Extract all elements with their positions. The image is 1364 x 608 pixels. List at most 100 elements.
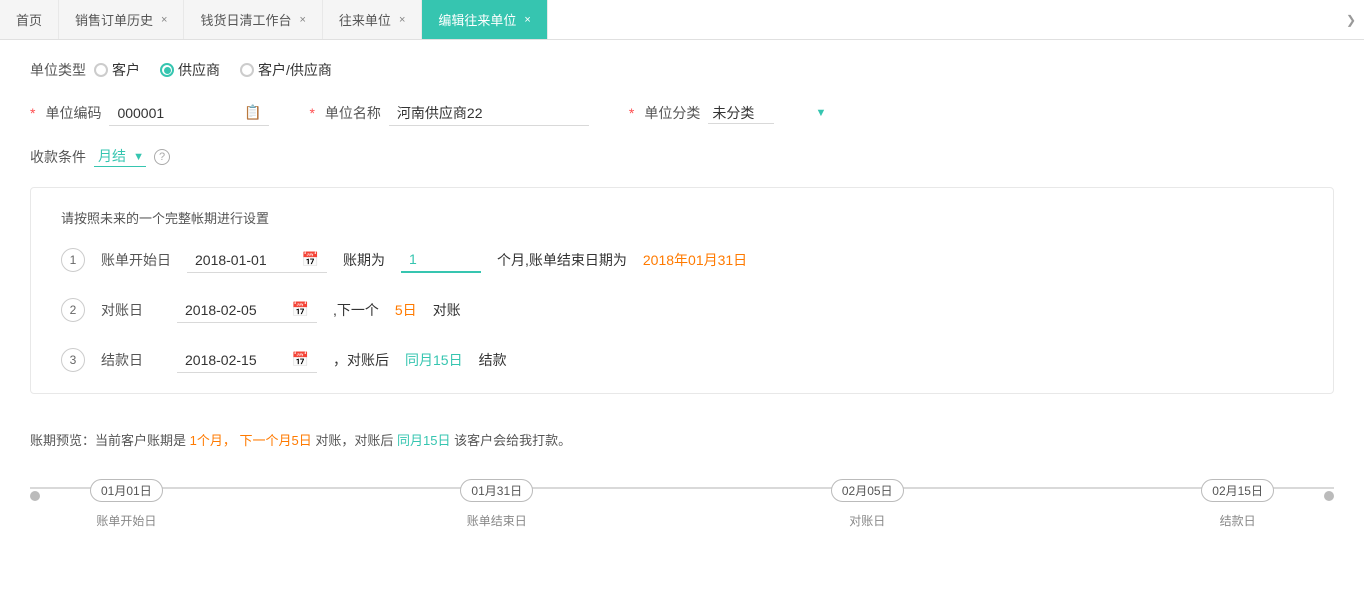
period-1-end-date: 2018年01月31日 bbox=[643, 250, 747, 270]
timeline-label-4: 结款日 bbox=[1220, 512, 1256, 529]
tab-edit-partner[interactable]: 编辑往来单位 × bbox=[422, 0, 547, 39]
period-3-suffix: 结款 bbox=[479, 350, 507, 370]
period-box: 请按照未来的一个完整帐期进行设置 1 账单开始日 📅 账期为 个月,账单结束日期… bbox=[30, 187, 1334, 394]
tab-sales-history[interactable]: 销售订单历史 × bbox=[59, 0, 184, 39]
tab-cash-work[interactable]: 钱货日清工作台 × bbox=[184, 0, 322, 39]
timeline-badge-1: 01月01日 bbox=[90, 479, 163, 502]
preview-part2: 下一个月5日 bbox=[240, 433, 312, 448]
period-row-2: 2 对账日 📅 ,下一个 5日 对账 bbox=[61, 297, 1303, 323]
timeline-point-3: 02月05日 对账日 bbox=[831, 479, 904, 529]
period-row-3: 3 结款日 📅 ，对账后 同月15日 结款 bbox=[61, 347, 1303, 373]
radio-both[interactable]: 客户/供应商 bbox=[240, 60, 332, 80]
tab-cash-work-close[interactable]: × bbox=[299, 14, 305, 26]
timeline-label-1: 账单开始日 bbox=[96, 512, 156, 529]
tab-edit-partner-label: 编辑往来单位 bbox=[438, 10, 516, 29]
period-date-2-wrapper: 📅 bbox=[177, 297, 317, 323]
payment-terms-help[interactable]: ? bbox=[154, 149, 170, 165]
period-1-suffix: 个月,账单结束日期为 bbox=[497, 250, 627, 270]
period-1-pre-label: 账期为 bbox=[343, 250, 385, 270]
tab-cash-work-label: 钱货日清工作台 bbox=[200, 10, 291, 29]
tab-more-arrow[interactable]: ❯ bbox=[1338, 0, 1364, 39]
preview-section: 账期预览：当前客户账期是 1个月， 下一个月5日 对账，对账后 同月15日 该客… bbox=[30, 414, 1334, 575]
period-date-2-input[interactable] bbox=[185, 302, 288, 318]
timeline-points: 01月01日 账单开始日 01月31日 账单结束日 02月05日 对账日 02月… bbox=[30, 479, 1334, 529]
period-date-3-input[interactable] bbox=[185, 352, 288, 368]
radio-circle-supplier bbox=[160, 63, 174, 77]
unit-code-icon[interactable]: 📋 bbox=[244, 104, 261, 121]
period-num-3: 3 bbox=[61, 348, 85, 372]
tab-sales-history-label: 销售订单历史 bbox=[75, 10, 153, 29]
period-months-input[interactable] bbox=[401, 247, 481, 273]
preview-part3: 同月15日 bbox=[397, 433, 450, 448]
radio-both-label: 客户/供应商 bbox=[258, 60, 332, 80]
preview-end: 该客户会给我打款。 bbox=[454, 433, 571, 448]
period-3-highlight: 同月15日 bbox=[405, 350, 463, 370]
radio-circle-customer bbox=[94, 63, 108, 77]
timeline-right-dot bbox=[1324, 491, 1334, 501]
timeline-left-dot bbox=[30, 491, 40, 501]
period-2-suffix: 对账 bbox=[433, 300, 461, 320]
unit-code-input-wrapper: 📋 bbox=[109, 100, 269, 126]
period-date-1-wrapper: 📅 bbox=[187, 247, 327, 273]
preview-text: 账期预览：当前客户账期是 1个月， 下一个月5日 对账，对账后 同月15日 该客… bbox=[30, 430, 1334, 449]
payment-terms-select-wrapper[interactable]: 月结 ▼ bbox=[94, 146, 146, 167]
unit-category-select[interactable]: 未分类 bbox=[708, 103, 774, 124]
unit-code-group: * 单位编码 📋 bbox=[30, 100, 269, 126]
unit-info-row: * 单位编码 📋 * 单位名称 * 单位分类 未分类 ▼ bbox=[30, 100, 1334, 126]
timeline-badge-2: 01月31日 bbox=[460, 479, 533, 502]
timeline-point-4: 02月15日 结款日 bbox=[1201, 479, 1274, 529]
radio-group: 客户 供应商 客户/供应商 bbox=[94, 60, 332, 80]
payment-terms-select[interactable]: 月结 bbox=[94, 146, 146, 167]
period-num-2: 2 bbox=[61, 298, 85, 322]
period-box-title: 请按照未来的一个完整帐期进行设置 bbox=[61, 208, 1303, 227]
timeline-label-2: 账单结束日 bbox=[467, 512, 527, 529]
timeline: 01月01日 账单开始日 01月31日 账单结束日 02月05日 对账日 02月… bbox=[30, 469, 1334, 559]
period-date-1-input[interactable] bbox=[195, 252, 298, 268]
period-date-3-icon[interactable]: 📅 bbox=[292, 351, 309, 368]
period-date-1-icon[interactable]: 📅 bbox=[302, 251, 319, 268]
tab-partner-unit[interactable]: 往来单位 × bbox=[323, 0, 422, 39]
timeline-badge-4: 02月15日 bbox=[1201, 479, 1274, 502]
unit-name-star: * bbox=[309, 105, 314, 121]
radio-circle-both bbox=[240, 63, 254, 77]
preview-mid: 对账，对账后 bbox=[315, 433, 393, 448]
unit-type-group: 单位类型 客户 供应商 客户/供应商 bbox=[30, 60, 332, 80]
payment-terms-group: 收款条件 月结 ▼ ? bbox=[30, 146, 170, 167]
tab-sales-history-close[interactable]: × bbox=[161, 14, 167, 26]
tab-home[interactable]: 首页 bbox=[0, 0, 59, 39]
timeline-badge-3: 02月05日 bbox=[831, 479, 904, 502]
unit-name-group: * 单位名称 bbox=[309, 101, 588, 126]
radio-supplier-label: 供应商 bbox=[178, 60, 220, 80]
unit-category-group: * 单位分类 未分类 ▼ bbox=[629, 103, 828, 124]
unit-name-label: 单位名称 bbox=[325, 103, 381, 123]
period-num-1: 1 bbox=[61, 248, 85, 272]
timeline-point-2: 01月31日 账单结束日 bbox=[460, 479, 533, 529]
unit-code-input[interactable] bbox=[117, 105, 240, 121]
period-label-3: 结款日 bbox=[101, 350, 161, 370]
radio-supplier[interactable]: 供应商 bbox=[160, 60, 220, 80]
period-date-2-icon[interactable]: 📅 bbox=[292, 301, 309, 318]
tab-partner-unit-close[interactable]: × bbox=[399, 14, 405, 26]
unit-code-label: 单位编码 bbox=[45, 103, 101, 123]
period-date-3-wrapper: 📅 bbox=[177, 347, 317, 373]
period-2-highlight: 5日 bbox=[395, 300, 417, 320]
unit-type-label: 单位类型 bbox=[30, 60, 86, 80]
radio-customer[interactable]: 客户 bbox=[94, 60, 140, 80]
period-row-1: 1 账单开始日 📅 账期为 个月,账单结束日期为 2018年01月31日 bbox=[61, 247, 1303, 273]
unit-category-arrow: ▼ bbox=[815, 107, 826, 119]
period-label-1: 账单开始日 bbox=[101, 250, 171, 270]
unit-category-select-wrapper[interactable]: 未分类 ▼ bbox=[708, 103, 828, 124]
unit-code-star: * bbox=[30, 105, 35, 121]
timeline-point-1: 01月01日 账单开始日 bbox=[90, 479, 163, 529]
tab-edit-partner-close[interactable]: × bbox=[524, 14, 530, 26]
unit-category-label: 单位分类 bbox=[644, 103, 700, 123]
tab-partner-unit-label: 往来单位 bbox=[339, 10, 391, 29]
preview-label: 账期预览：当前客户账期是 bbox=[30, 433, 186, 448]
main-content: 单位类型 客户 供应商 客户/供应商 * 单位编码 bbox=[0, 40, 1364, 608]
period-3-prefix: ，对账后 bbox=[333, 350, 389, 370]
preview-part1: 1个月， bbox=[190, 433, 236, 448]
unit-name-input[interactable] bbox=[389, 101, 589, 126]
period-2-prefix: ,下一个 bbox=[333, 300, 379, 320]
tab-home-label: 首页 bbox=[16, 10, 42, 29]
period-label-2: 对账日 bbox=[101, 300, 161, 320]
